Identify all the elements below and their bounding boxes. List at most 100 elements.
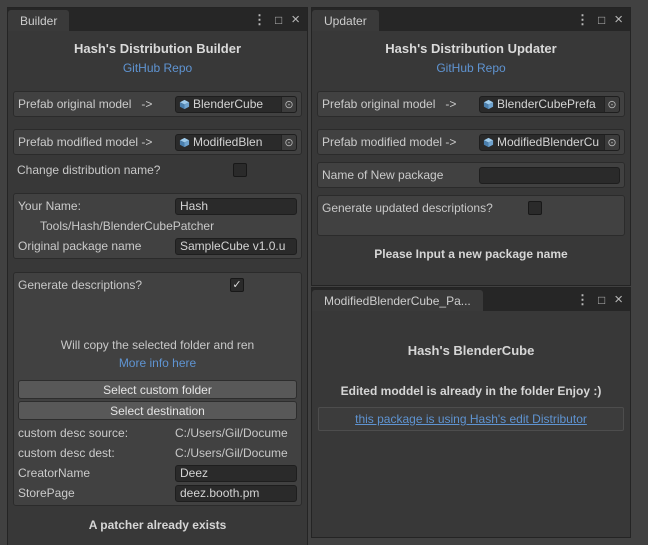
change-name-label: Change distribution name? bbox=[17, 163, 161, 177]
prefab-modified-row: Prefab modified model -> ModifiedBlender… bbox=[322, 133, 620, 151]
builder-prefab-original-box: Prefab original model -> BlenderCube ⊙ bbox=[13, 91, 302, 117]
updater-window-controls: ⋮ □ × bbox=[576, 8, 630, 31]
builder-window-controls: ⋮ □ × bbox=[253, 8, 307, 31]
maximize-icon[interactable]: □ bbox=[598, 294, 605, 306]
maximize-icon[interactable]: □ bbox=[598, 14, 605, 26]
store-page-label: StorePage bbox=[18, 486, 75, 500]
prefab-cube-icon bbox=[483, 99, 494, 110]
tab-package-label: ModifiedBlenderCube_Pa... bbox=[324, 293, 471, 308]
edited-model-note: Edited moddel is already in the folder E… bbox=[340, 384, 602, 398]
close-icon[interactable]: × bbox=[614, 12, 623, 27]
builder-prefab-modified-box: Prefab modified model -> ModifiedBlen ⊙ bbox=[13, 129, 302, 155]
creator-name-value: Deez bbox=[180, 466, 209, 480]
desc-source-row: custom desc source: C:/Users/Gil/Docume bbox=[18, 424, 297, 442]
close-icon[interactable]: × bbox=[291, 12, 300, 27]
prefab-original-value: BlenderCube bbox=[193, 97, 264, 111]
desc-dest-row: custom desc dest: C:/Users/Gil/Docume bbox=[18, 444, 297, 462]
orig-package-value: SampleCube v1.0.u bbox=[180, 239, 286, 253]
tab-updater[interactable]: Updater bbox=[312, 10, 379, 31]
prefab-modified-object-field[interactable]: ModifiedBlenderCu ⊙ bbox=[479, 133, 620, 151]
store-page-field[interactable]: deez.booth.pm bbox=[175, 484, 297, 502]
menu-icon[interactable]: ⋮ bbox=[576, 293, 589, 306]
prefab-original-object-field[interactable]: BlenderCubePrefa ⊙ bbox=[479, 95, 620, 113]
tools-path-label: Tools/Hash/BlenderCubePatcher bbox=[40, 219, 215, 233]
object-picker-icon[interactable]: ⊙ bbox=[604, 96, 619, 112]
updater-github-repo-link[interactable]: GitHub Repo bbox=[317, 61, 625, 75]
object-picker-icon[interactable]: ⊙ bbox=[281, 96, 296, 112]
desc-dest-label: custom desc dest: bbox=[18, 446, 115, 460]
copy-note: Will copy the selected folder and ren bbox=[60, 338, 255, 352]
builder-descriptions-box: Generate descriptions? ✓ Will copy the s… bbox=[13, 272, 302, 506]
menu-icon[interactable]: ⋮ bbox=[253, 13, 266, 26]
generate-desc-row: Generate descriptions? ✓ bbox=[18, 276, 297, 294]
updater-prefab-original-box: Prefab original model -> BlenderCubePref… bbox=[317, 91, 625, 117]
generate-updated-row: Generate updated descriptions? bbox=[322, 199, 620, 217]
desc-dest-value: C:/Users/Gil/Docume bbox=[175, 446, 288, 460]
store-page-value: deez.booth.pm bbox=[180, 486, 260, 500]
package-window-controls: ⋮ □ × bbox=[576, 288, 630, 311]
more-info-link[interactable]: More info here bbox=[18, 356, 297, 370]
maximize-icon[interactable]: □ bbox=[275, 14, 282, 26]
your-name-value: Hash bbox=[180, 199, 209, 213]
prefab-original-value: BlenderCubePrefa bbox=[497, 97, 596, 111]
package-window: ModifiedBlenderCube_Pa... ⋮ □ × Hash's B… bbox=[312, 288, 630, 537]
updater-title: Hash's Distribution Updater bbox=[385, 41, 557, 56]
prefab-original-label: Prefab original model -> bbox=[322, 97, 457, 111]
change-name-checkbox[interactable] bbox=[233, 163, 247, 177]
generate-updated-checkbox[interactable] bbox=[528, 201, 542, 215]
distributor-link[interactable]: this package is using Hash's edit Distri… bbox=[355, 412, 587, 426]
change-name-row: Change distribution name? bbox=[13, 161, 302, 179]
tab-builder[interactable]: Builder bbox=[8, 10, 70, 31]
your-name-field[interactable]: Hash bbox=[175, 197, 297, 215]
desc-source-value: C:/Users/Gil/Docume bbox=[175, 426, 288, 440]
package-tabbar: ModifiedBlenderCube_Pa... ⋮ □ × bbox=[312, 288, 630, 311]
input-package-note: Please Input a new package name bbox=[374, 247, 568, 261]
desc-source-label: custom desc source: bbox=[18, 426, 129, 440]
builder-names-box: Your Name: Hash Tools/Hash/BlenderCubePa… bbox=[13, 193, 302, 259]
updater-window: Updater ⋮ □ × Hash's Distribution Update… bbox=[312, 8, 630, 285]
prefab-modified-object-field[interactable]: ModifiedBlen ⊙ bbox=[175, 133, 297, 151]
new-package-row: Name of New package bbox=[322, 166, 620, 184]
creator-name-row: CreatorName Deez bbox=[18, 464, 297, 482]
prefab-modified-label: Prefab modified model -> bbox=[322, 135, 457, 149]
tab-modified-blendercube-package[interactable]: ModifiedBlenderCube_Pa... bbox=[312, 290, 483, 311]
prefab-cube-icon bbox=[179, 99, 190, 110]
tools-path-row: Tools/Hash/BlenderCubePatcher bbox=[18, 217, 297, 235]
orig-package-label: Original package name bbox=[18, 239, 142, 253]
prefab-cube-icon bbox=[483, 137, 494, 148]
updater-prefab-modified-box: Prefab modified model -> ModifiedBlender… bbox=[317, 129, 625, 155]
generate-desc-checkbox[interactable]: ✓ bbox=[230, 278, 244, 292]
updater-tabbar: Updater ⋮ □ × bbox=[312, 8, 630, 31]
creator-name-field[interactable]: Deez bbox=[175, 464, 297, 482]
generate-updated-box: Generate updated descriptions? bbox=[317, 195, 625, 236]
new-package-field[interactable] bbox=[479, 166, 620, 184]
your-name-label: Your Name: bbox=[18, 199, 81, 213]
updater-content: Hash's Distribution Updater GitHub Repo … bbox=[312, 31, 630, 285]
new-package-label: Name of New package bbox=[322, 168, 444, 182]
object-picker-icon[interactable]: ⊙ bbox=[604, 134, 619, 150]
prefab-original-object-field[interactable]: BlenderCube ⊙ bbox=[175, 95, 297, 113]
select-custom-folder-button[interactable]: Select custom folder bbox=[18, 380, 297, 399]
your-name-row: Your Name: Hash bbox=[18, 197, 297, 215]
prefab-modified-row: Prefab modified model -> ModifiedBlen ⊙ bbox=[18, 133, 297, 151]
orig-package-field[interactable]: SampleCube v1.0.u bbox=[175, 237, 297, 255]
new-package-box: Name of New package bbox=[317, 162, 625, 188]
builder-tabbar: Builder ⋮ □ × bbox=[8, 8, 307, 31]
builder-window: Builder ⋮ □ × Hash's Distribution Builde… bbox=[8, 8, 307, 545]
menu-icon[interactable]: ⋮ bbox=[576, 13, 589, 26]
tab-builder-label: Builder bbox=[20, 13, 58, 28]
builder-github-repo-link[interactable]: GitHub Repo bbox=[13, 61, 302, 75]
creator-name-label: CreatorName bbox=[18, 466, 91, 480]
close-icon[interactable]: × bbox=[614, 292, 623, 307]
select-destination-button[interactable]: Select destination bbox=[18, 401, 297, 420]
prefab-modified-label: Prefab modified model -> bbox=[18, 135, 153, 149]
prefab-modified-value: ModifiedBlenderCu bbox=[497, 135, 600, 149]
prefab-original-row: Prefab original model -> BlenderCubePref… bbox=[322, 95, 620, 113]
generate-updated-label: Generate updated descriptions? bbox=[322, 201, 493, 215]
object-picker-icon[interactable]: ⊙ bbox=[281, 134, 296, 150]
unity-editor-background: Builder ⋮ □ × Hash's Distribution Builde… bbox=[0, 0, 648, 545]
tab-updater-label: Updater bbox=[324, 13, 367, 28]
prefab-original-row: Prefab original model -> BlenderCube ⊙ bbox=[18, 95, 297, 113]
